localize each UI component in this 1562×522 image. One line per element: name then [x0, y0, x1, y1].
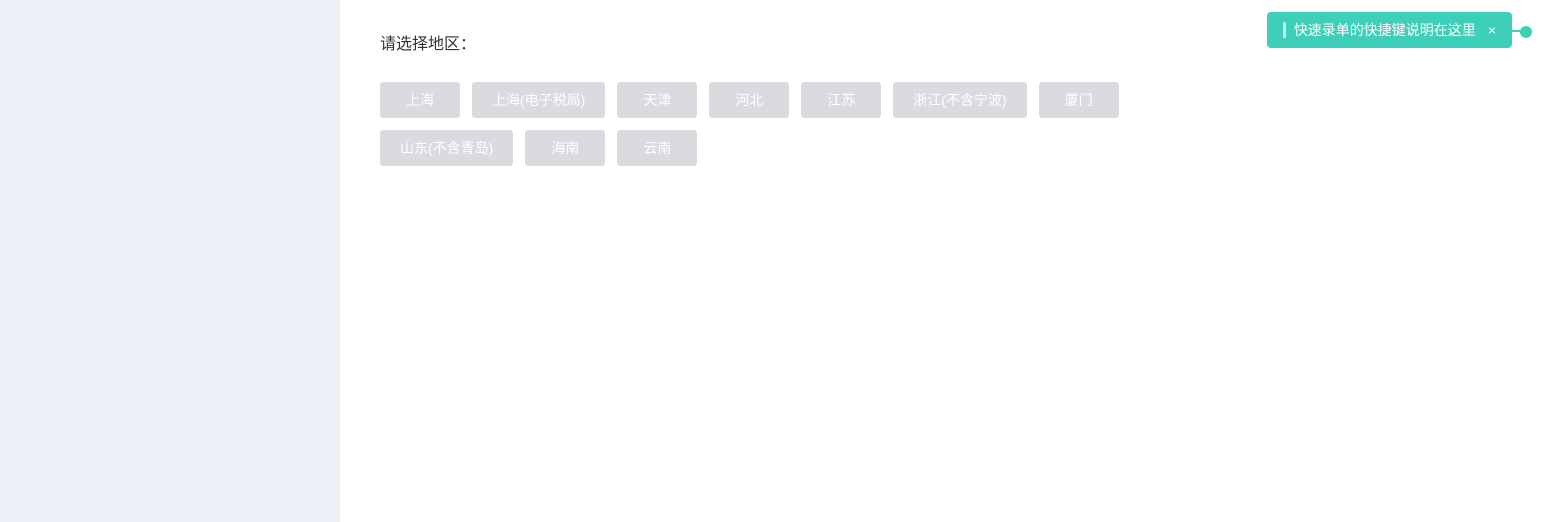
tooltip-banner: 快速录单的快捷键说明在这里 × [1267, 12, 1512, 48]
tooltip-close-button[interactable]: × [1488, 22, 1496, 38]
left-sidebar [0, 0, 340, 522]
region-btn-jiangsu[interactable]: 江苏 [801, 82, 881, 118]
region-buttons-row1: 上海上海(电子税局) 天津河北江苏浙江(不含宁波) 厦门 [380, 82, 1522, 118]
region-btn-shanghai[interactable]: 上海 [380, 82, 460, 118]
tooltip-left-bar [1283, 22, 1286, 38]
region-btn-zhejiang[interactable]: 浙江(不含宁波) [893, 82, 1026, 118]
main-content: 请选择地区： 上海上海(电子税局)天津河北江苏浙江(不含宁波)厦门 山东(不含青… [340, 0, 1562, 522]
tooltip-dot [1520, 26, 1532, 38]
region-btn-shanghai-etax[interactable]: 上海(电子税局) [472, 82, 605, 118]
region-btn-tianjin[interactable]: 天津 [617, 82, 697, 118]
region-btn-hebei[interactable]: 河北 [709, 82, 789, 118]
tooltip-label: 快速录单的快捷键说明在这里 [1294, 20, 1476, 40]
region-buttons-row2: 山东(不含青岛) 海南云南 [380, 130, 1522, 166]
tooltip-connector [1512, 30, 1520, 32]
region-btn-hainan[interactable]: 海南 [525, 130, 605, 166]
region-btn-yunnan[interactable]: 云南 [617, 130, 697, 166]
region-btn-shandong[interactable]: 山东(不含青岛) [380, 130, 513, 166]
region-btn-xiamen[interactable]: 厦门 [1039, 82, 1119, 118]
